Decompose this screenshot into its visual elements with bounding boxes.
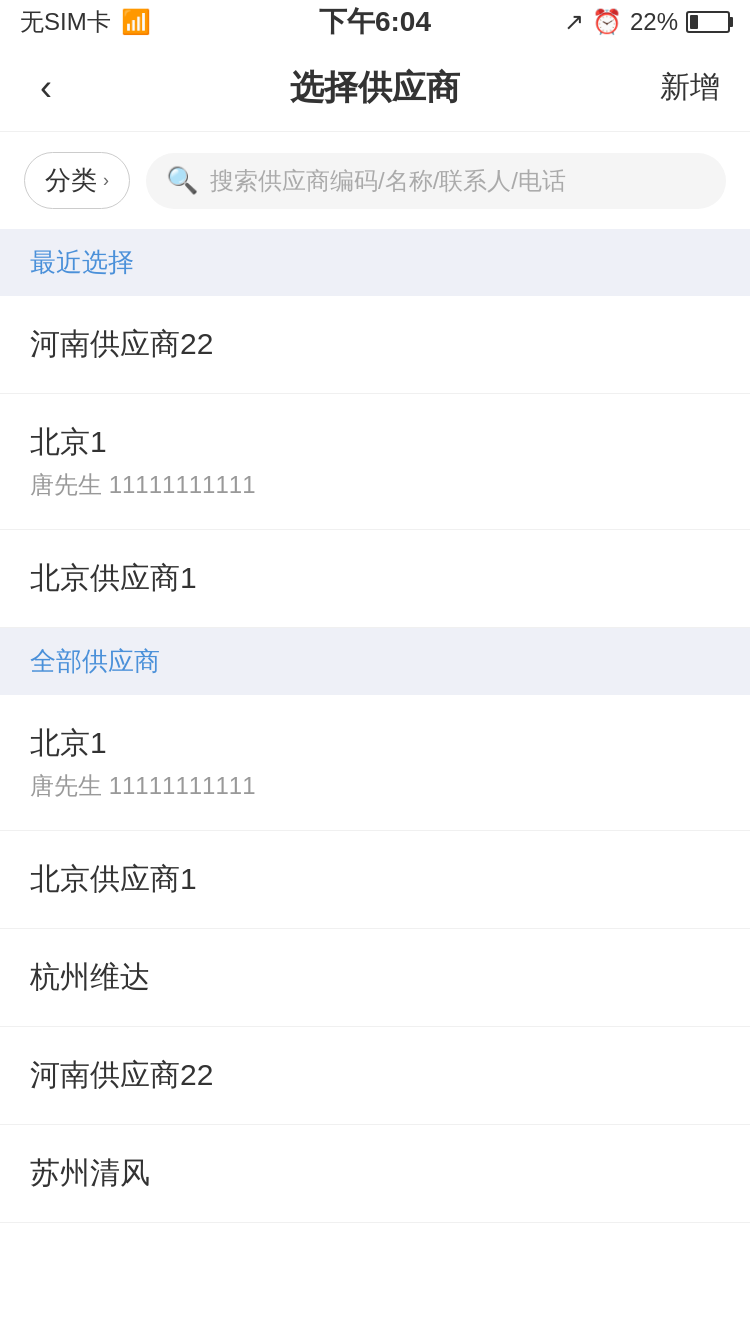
item-sub: 唐先生 11111111111 — [30, 469, 720, 501]
item-name: 北京供应商1 — [30, 558, 720, 599]
list-item[interactable]: 苏州清风 — [0, 1125, 750, 1223]
carrier-text: 无SIM卡 — [20, 6, 111, 38]
list-item[interactable]: 北京供应商1 — [0, 530, 750, 628]
recent-section-header: 最近选择 — [0, 229, 750, 296]
recent-list: 河南供应商22 北京1 唐先生 11111111111 北京供应商1 — [0, 296, 750, 628]
nav-bar: ‹ 选择供应商 新增 — [0, 44, 750, 132]
wifi-icon: 📶 — [121, 8, 151, 36]
all-section-label: 全部供应商 — [30, 646, 160, 676]
item-name: 北京供应商1 — [30, 859, 720, 900]
search-icon: 🔍 — [166, 165, 198, 196]
item-name: 河南供应商22 — [30, 324, 720, 365]
filter-bar: 分类 › 🔍 搜索供应商编码/名称/联系人/电话 — [0, 132, 750, 229]
battery-icon — [686, 11, 730, 33]
list-item[interactable]: 河南供应商22 — [0, 296, 750, 394]
all-list: 北京1 唐先生 11111111111 北京供应商1 杭州维达 河南供应商22 … — [0, 695, 750, 1223]
item-name: 河南供应商22 — [30, 1055, 720, 1096]
new-button[interactable]: 新增 — [660, 67, 720, 108]
list-item[interactable]: 北京1 唐先生 11111111111 — [0, 394, 750, 530]
item-sub: 唐先生 11111111111 — [30, 770, 720, 802]
page-title: 选择供应商 — [290, 65, 460, 111]
list-item[interactable]: 北京1 唐先生 11111111111 — [0, 695, 750, 831]
item-name: 北京1 — [30, 723, 720, 764]
list-item[interactable]: 北京供应商1 — [0, 831, 750, 929]
category-button[interactable]: 分类 › — [24, 152, 130, 209]
item-name: 苏州清风 — [30, 1153, 720, 1194]
status-bar: 无SIM卡 📶 下午6:04 ↗ ⏰ 22% — [0, 0, 750, 44]
list-item[interactable]: 河南供应商22 — [0, 1027, 750, 1125]
chevron-right-icon: › — [103, 170, 109, 191]
status-left: 无SIM卡 📶 — [20, 6, 151, 38]
search-box[interactable]: 🔍 搜索供应商编码/名称/联系人/电话 — [146, 153, 726, 209]
battery-percent: 22% — [630, 8, 678, 36]
back-button[interactable]: ‹ — [30, 57, 62, 119]
search-placeholder: 搜索供应商编码/名称/联系人/电话 — [210, 165, 566, 197]
status-right: ↗ ⏰ 22% — [564, 8, 730, 36]
location-icon: ↗ — [564, 8, 584, 36]
alarm-icon: ⏰ — [592, 8, 622, 36]
all-section-header: 全部供应商 — [0, 628, 750, 695]
recent-section-label: 最近选择 — [30, 247, 134, 277]
list-item[interactable]: 杭州维达 — [0, 929, 750, 1027]
item-name: 杭州维达 — [30, 957, 720, 998]
status-time: 下午6:04 — [319, 3, 431, 41]
category-label: 分类 — [45, 163, 97, 198]
item-name: 北京1 — [30, 422, 720, 463]
